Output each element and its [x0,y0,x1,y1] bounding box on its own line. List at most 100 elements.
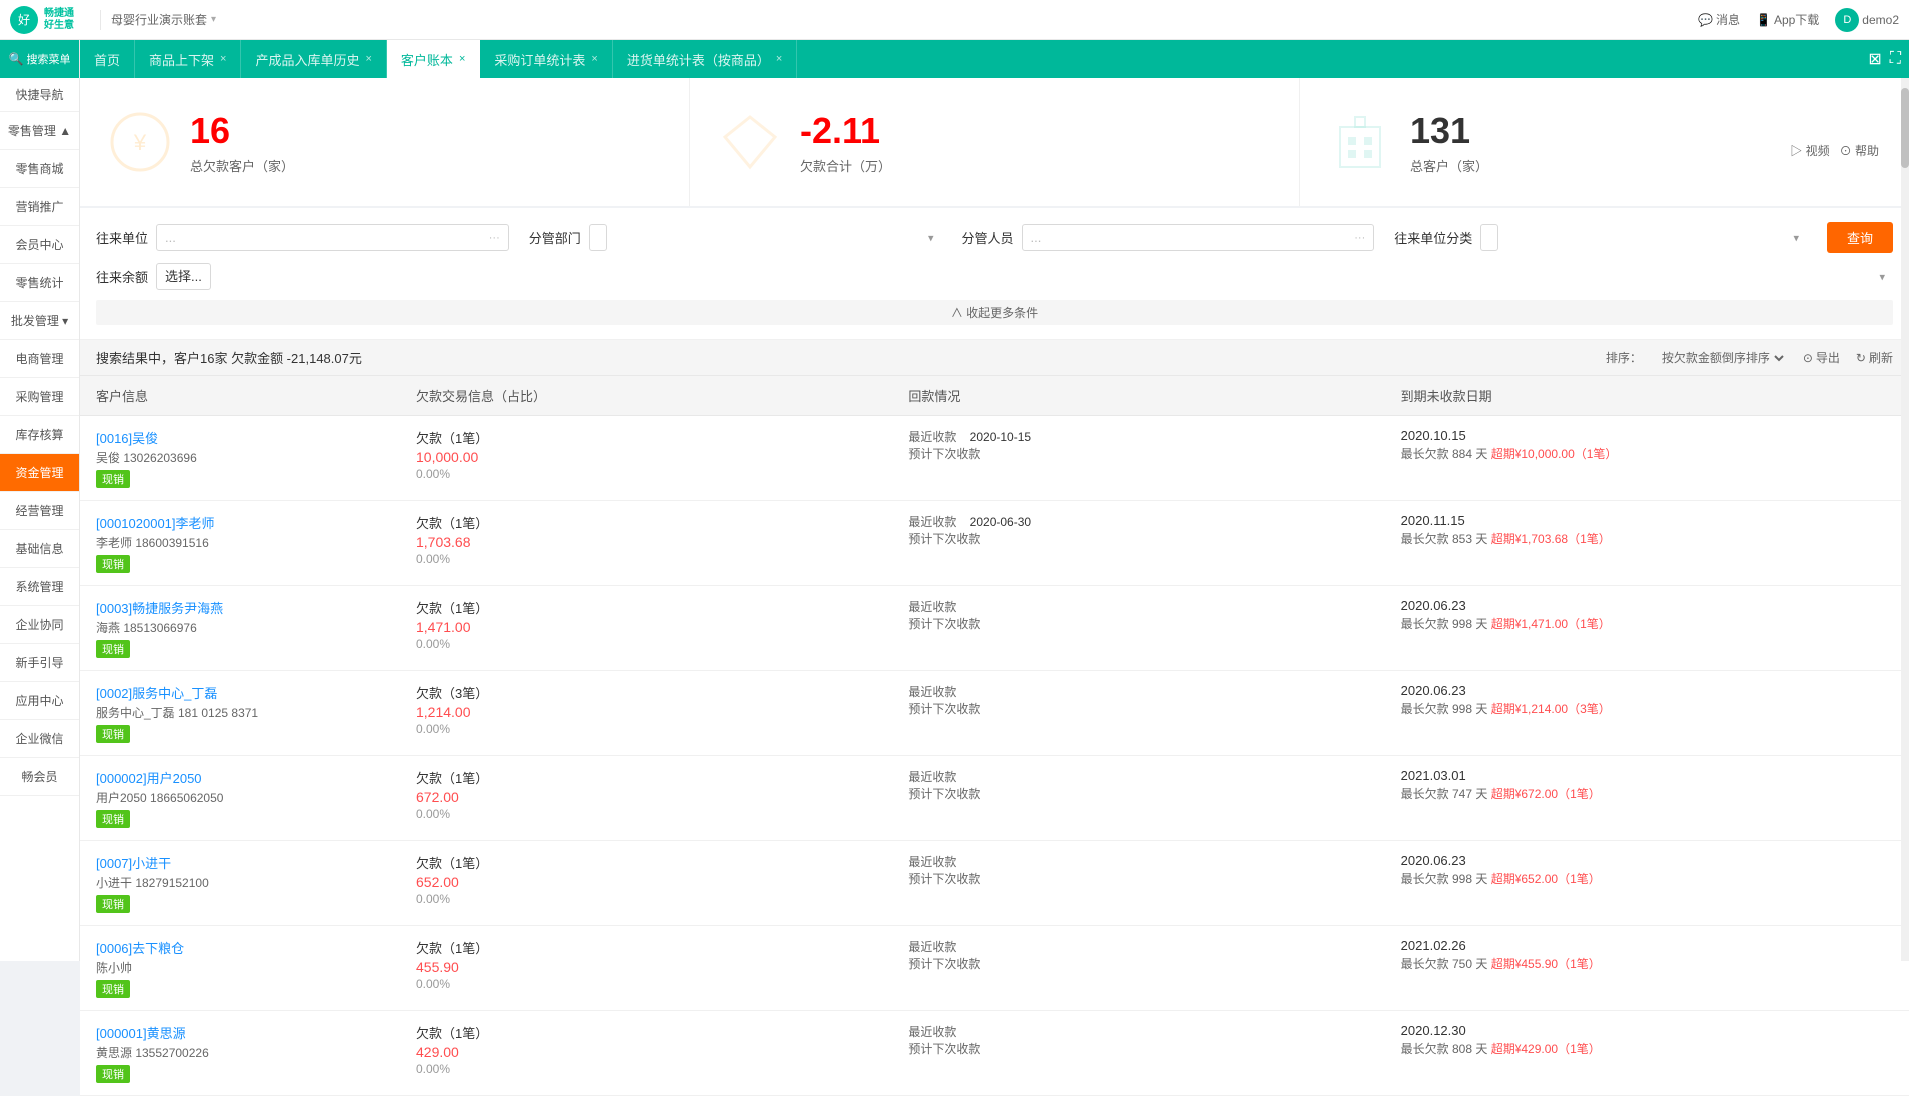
debt-amount-6: 652.00 [416,874,908,890]
filter-label-unit: 往来单位 [96,228,148,247]
sidebar-item-new-guide[interactable]: 新手引导 [0,644,79,682]
sidebar-item-wholesale[interactable]: 批发管理 ▾ [0,302,79,340]
sidebar-item-retail-store[interactable]: 零售商城 [0,150,79,188]
stat-card-debt-total: -2.11 欠款合计（万） [690,78,1300,206]
export-button[interactable]: ⊙ 导出 [1803,349,1840,366]
refresh-button[interactable]: ↻ 刷新 [1856,349,1893,366]
top-bar: 好 畅捷通好生意 母婴行业演示账套 ▾ 💬 消息 📱 App下载 D demo2 [0,0,1909,40]
sidebar-item-purchase[interactable]: 采购管理 [0,378,79,416]
next-collection-1: 预计下次收款 [908,445,1400,462]
sidebar-search[interactable]: 🔍 搜索菜单 [0,40,79,78]
overdue-days-2: 最长欠款 853 天 超期¥1,703.68（1笔） [1401,530,1893,547]
sidebar-item-retail-management[interactable]: 零售管理 ▲ [0,112,79,150]
overdue-link-3[interactable]: 超期¥1,471.00（1笔） [1491,617,1611,631]
sidebar-item-ecommerce[interactable]: 电商管理 [0,340,79,378]
sidebar-item-enterprise-wechat[interactable]: 企业微信 [0,720,79,758]
overdue-date-5: 2021.03.01 [1401,768,1893,783]
filter-input-person[interactable]: ... ··· [1022,224,1375,251]
collapse-filter-button[interactable]: ∧ 收起更多条件 [96,300,1893,325]
sidebar-item-app-center[interactable]: 应用中心 [0,682,79,720]
sidebar-item-chang-member[interactable]: 畅会员 [0,758,79,796]
tab-product-listing-label: 商品上下架 [149,50,214,69]
overdue-link-7[interactable]: 超期¥455.90（1笔） [1491,957,1601,971]
tab-purchase-order-stats[interactable]: 采购订单统计表 × [480,40,612,78]
overdue-days-1: 最长欠款 884 天 超期¥10,000.00（1笔） [1401,445,1893,462]
message-button[interactable]: 💬 消息 [1698,11,1740,28]
sort-select[interactable]: 按欠款金额倒序排序 [1658,350,1787,366]
app-download-button[interactable]: 📱 App下载 [1756,11,1819,28]
collapse-icon: ∧ [951,306,966,320]
sidebar-item-enterprise-collab[interactable]: 企业协同 [0,606,79,644]
tab-customer-account-close[interactable]: × [459,53,465,65]
stat-card-debt-customers: ¥ 16 总欠款客户（家） [80,78,690,206]
stat-icon-money: ¥ [110,112,170,172]
debt-amount-2: 1,703.68 [416,534,908,550]
overdue-link-8[interactable]: 超期¥429.00（1笔） [1491,1042,1601,1056]
tab-product-inbound[interactable]: 产成品入库单历史 × [241,40,386,78]
col-customer-info: 客户信息 [96,386,416,405]
debt-total-label: 欠款合计（万） [800,156,891,175]
sidebar-item-finance[interactable]: 资金管理 [0,454,79,492]
sidebar-item-operations[interactable]: 经营管理 [0,492,79,530]
video-button[interactable]: ▷ 视频 [1790,142,1829,159]
debt-percent-4: 0.00% [416,722,908,736]
overdue-link-1[interactable]: 超期¥10,000.00（1笔） [1491,447,1618,461]
filter-input-unit[interactable]: ... ··· [156,224,509,251]
nav-fullscreen-icon[interactable]: ⛶ [1890,50,1901,68]
sidebar-item-marketing[interactable]: 营销推广 [0,188,79,226]
tab-product-listing[interactable]: 商品上下架 × [135,40,241,78]
customer-name-6[interactable]: [0007]小进干 [96,853,416,872]
filter-select-category[interactable] [1480,224,1498,251]
help-button[interactable]: ⊙ 帮助 [1840,142,1879,159]
overdue-date-1: 2020.10.15 [1401,428,1893,443]
sidebar-item-basic-info[interactable]: 基础信息 [0,530,79,568]
sidebar-item-retail-stats[interactable]: 零售统计 [0,264,79,302]
tab-purchase-product-stats-close[interactable]: × [776,53,782,65]
overdue-days-4: 最长欠款 998 天 超期¥1,214.00（3笔） [1401,700,1893,717]
user-avatar[interactable]: D demo2 [1835,8,1899,32]
tab-customer-account[interactable]: 客户账本 × [387,40,480,78]
debt-cell-2: 欠款（1笔） 1,703.68 0.00% [416,513,908,566]
filter-select-dept[interactable] [589,224,607,251]
filter-item-unit: 往来单位 ... ··· [96,224,509,251]
sidebar-item-inventory[interactable]: 库存核算 [0,416,79,454]
overdue-link-6[interactable]: 超期¥652.00（1笔） [1491,872,1601,886]
tab-product-inbound-close[interactable]: × [365,53,371,65]
filter-label-balance: 往来余额 [96,267,148,286]
tab-purchase-order-stats-close[interactable]: × [591,53,597,65]
app-icon: 📱 [1756,13,1771,27]
sidebar-item-member[interactable]: 会员中心 [0,226,79,264]
overdue-link-5[interactable]: 超期¥672.00（1笔） [1491,787,1601,801]
tab-product-listing-close[interactable]: × [220,53,226,65]
customer-name-7[interactable]: [0006]去下粮仓 [96,938,416,957]
overdue-link-4[interactable]: 超期¥1,214.00（3笔） [1491,702,1611,716]
customer-name-1[interactable]: [0016]吴俊 [96,428,416,447]
stat-info-total-customers: 131 总客户（家） [1410,110,1488,175]
tab-customer-account-label: 客户账本 [401,50,453,69]
overdue-cell-7: 2021.02.26 最长欠款 750 天 超期¥455.90（1笔） [1401,938,1893,972]
tab-home[interactable]: 首页 [80,40,135,78]
nav-collapse-icon[interactable]: ⊠ [1868,49,1881,69]
table-row: [0002]服务中心_丁磊 服务中心_丁磊 181 0125 8371 现销 欠… [80,671,1909,756]
debt-count-5: 欠款（1笔） [416,768,908,787]
collection-info-4: 最近收款 [908,683,1400,700]
customer-name-4[interactable]: [0002]服务中心_丁磊 [96,683,416,702]
customer-name-5[interactable]: [000002]用户2050 [96,768,416,787]
sidebar-item-system[interactable]: 系统管理 [0,568,79,606]
customer-name-3[interactable]: [0003]畅捷服务尹海燕 [96,598,416,617]
store-selector[interactable]: 母婴行业演示账套 ▾ [111,11,216,28]
customer-name-2[interactable]: [0001020001]李老师 [96,513,416,532]
debt-percent-8: 0.00% [416,1062,908,1076]
sidebar-quick-nav[interactable]: 快捷导航 [0,78,79,112]
filter-select-balance[interactable]: 选择... [156,263,211,290]
scrollbar-track[interactable] [1901,78,1909,961]
overdue-link-2[interactable]: 超期¥1,703.68（1笔） [1491,532,1611,546]
customer-phone-2: 李老师 18600391516 [96,534,416,551]
customer-name-8[interactable]: [000001]黄思源 [96,1023,416,1042]
table-row: [0003]畅捷服务尹海燕 海燕 18513066976 现销 欠款（1笔） 1… [80,586,1909,671]
sort-label: 排序： [1606,349,1642,366]
nav-tabs: 首页 商品上下架 × 产成品入库单历史 × 客户账本 × 采购订单统计表 × 进… [80,40,1909,78]
query-button[interactable]: 查询 [1827,222,1893,253]
tab-purchase-product-stats[interactable]: 进货单统计表（按商品） × [613,40,797,78]
scrollbar-thumb[interactable] [1901,88,1909,168]
